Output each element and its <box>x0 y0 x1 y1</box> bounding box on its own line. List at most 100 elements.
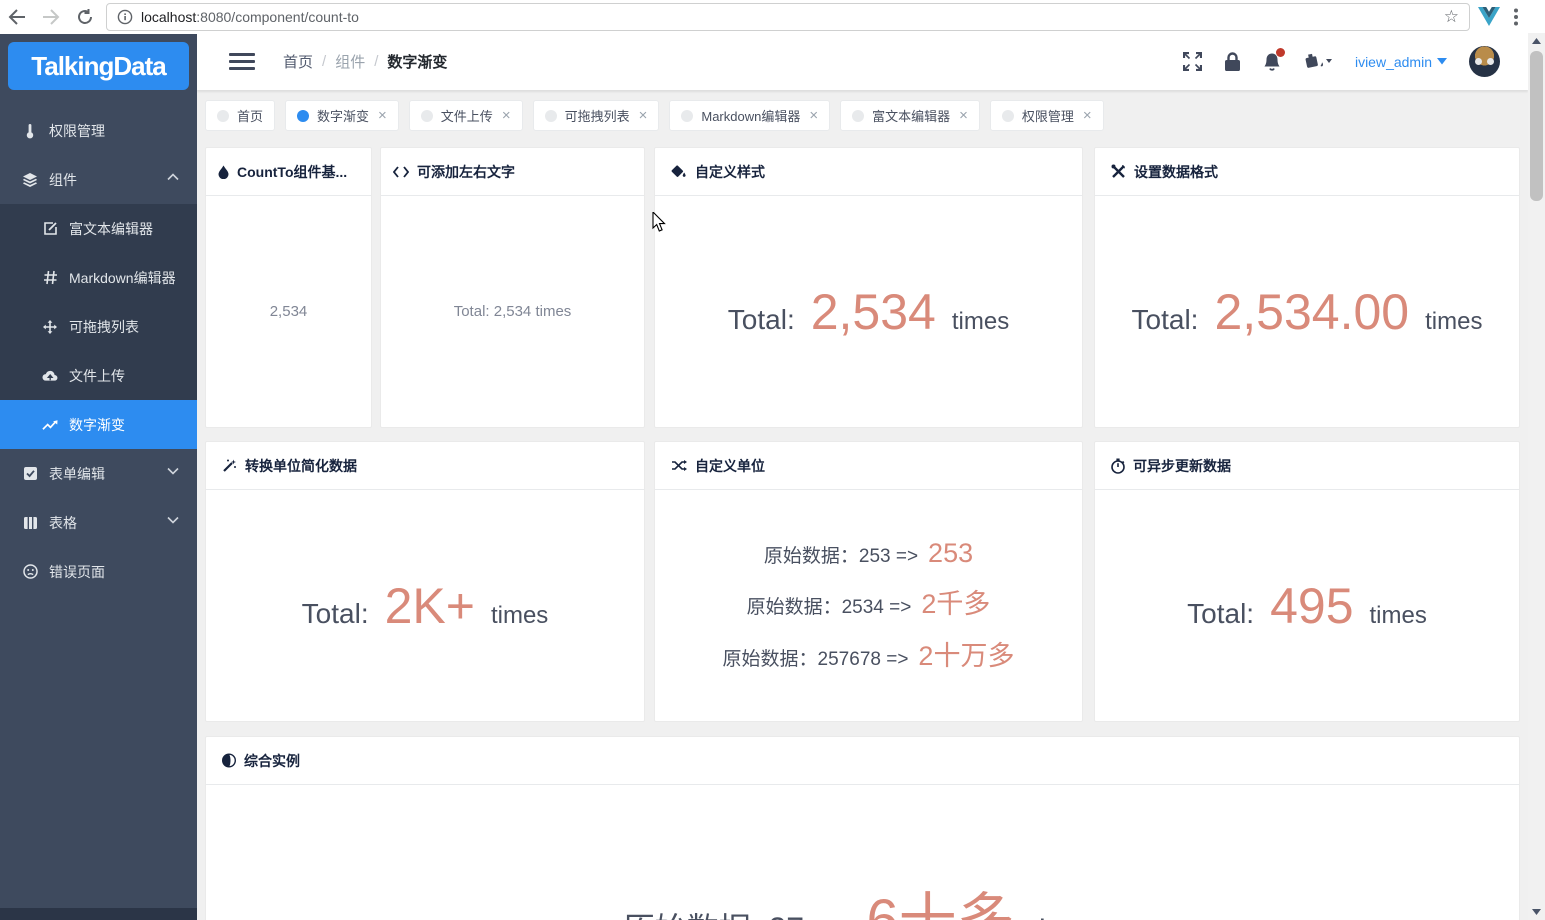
app-header: 首页 / 组件 / 数字渐变 iview_admin <box>197 33 1528 90</box>
count-value: 2,534 <box>810 283 936 340</box>
sad-face-icon <box>22 564 38 580</box>
sidebar-item-permission[interactable]: 权限管理 <box>0 106 197 155</box>
scroll-down-icon[interactable] <box>1528 904 1545 920</box>
count-line: Total: 2,534.00 times <box>1131 283 1483 340</box>
tag-dot-icon <box>544 109 557 122</box>
cloud-upload-icon <box>42 368 58 384</box>
tag-dot-icon <box>420 109 433 122</box>
tag-home[interactable]: 首页 <box>205 100 276 131</box>
lock-screen-button[interactable] <box>1224 51 1241 72</box>
scroll-up-icon[interactable] <box>1528 33 1545 49</box>
sidebar-item-draggable-list[interactable]: 可拖拽列表 <box>0 302 197 351</box>
notification-badge <box>1275 47 1285 57</box>
count-line: 原始数据: 27 => 6十多 times <box>623 873 1103 920</box>
globe-icon <box>222 753 236 768</box>
unit-rows: 原始数据：253 => 253 原始数据：2534 => 2千多 原始数据：25… <box>723 538 1015 673</box>
unit-row: 原始数据：253 => 253 <box>763 538 974 568</box>
sidebar-item-label: 组件 <box>49 171 77 188</box>
card-data-format: 设置数据格式 Total: 2,534.00 times <box>1094 147 1520 428</box>
tag-dot-icon <box>1001 109 1014 122</box>
card-title: 可异步更新数据 <box>1133 457 1231 474</box>
card-custom-style: 自定义样式 Total: 2,534 times <box>654 147 1083 428</box>
count-line: Total: 495 times <box>1187 577 1427 634</box>
breadcrumb-home[interactable]: 首页 <box>283 51 313 72</box>
fullscreen-button[interactable] <box>1182 52 1202 71</box>
card-title: 转换单位简化数据 <box>245 457 357 474</box>
sidebar-item-error-pages[interactable]: 错误页面 <box>0 547 197 596</box>
card-countto-basic: CountTo组件基... 2,534 <box>205 147 372 428</box>
code-brackets-icon <box>393 165 409 178</box>
close-icon[interactable]: × <box>1083 108 1092 123</box>
unit-row: 原始数据：2534 => 2千多 <box>747 582 991 621</box>
card-custom-unit: 自定义单位 原始数据：253 => 253 原始数据：2534 => 2千多 原… <box>654 441 1083 722</box>
grid-icon <box>22 515 38 531</box>
sidebar-menu: 权限管理 组件 富文本编辑器 Markdown编辑器 可拖拽列表 文件上传 数字… <box>0 106 197 596</box>
card-title: 综合实例 <box>244 752 300 769</box>
tag-dot-icon <box>297 109 310 122</box>
count-line: Total: 2K+ times <box>301 577 549 634</box>
browser-menu-icon[interactable] <box>1514 8 1518 26</box>
close-icon[interactable]: × <box>639 108 648 123</box>
tag-draggable-list[interactable]: 可拖拽列表 × <box>532 100 660 131</box>
menu-toggle-button[interactable] <box>229 49 255 74</box>
card-combined-example: 综合实例 原始数据: 27 => 6十多 times <box>205 736 1520 920</box>
avatar[interactable] <box>1469 46 1500 77</box>
tag-count-to[interactable]: 数字渐变 × <box>285 100 399 131</box>
thermometer-icon <box>22 123 38 139</box>
sidebar-item-markdown-editor[interactable]: Markdown编辑器 <box>0 253 197 302</box>
address-bar[interactable]: localhost:8080/component/count-to ☆ <box>106 3 1470 31</box>
sidebar-item-form-editor[interactable]: 表单编辑 <box>0 449 197 498</box>
sidebar-item-components[interactable]: 组件 <box>0 155 197 204</box>
browser-chrome: localhost:8080/component/count-to ☆ <box>0 0 1545 34</box>
browser-back-button[interactable] <box>0 3 34 31</box>
breadcrumb-section[interactable]: 组件 <box>335 51 365 72</box>
tag-file-upload[interactable]: 文件上传 × <box>408 100 523 131</box>
sidebar-item-label: 可拖拽列表 <box>69 318 139 335</box>
close-icon[interactable]: × <box>959 108 968 123</box>
tag-markdown-editor[interactable]: Markdown编辑器 × <box>669 100 831 131</box>
count-value: 2K+ <box>384 577 475 634</box>
layers-icon <box>22 172 38 188</box>
stopwatch-icon <box>1111 458 1125 474</box>
user-menu[interactable]: iview_admin <box>1355 54 1447 70</box>
tag-dot-icon <box>852 109 865 122</box>
sidebar-item-file-upload[interactable]: 文件上传 <box>0 351 197 400</box>
chevron-up-icon <box>167 173 179 181</box>
close-icon[interactable]: × <box>378 108 387 123</box>
sidebar-item-count-to[interactable]: 数字渐变 <box>0 400 197 449</box>
count-value: 495 <box>1270 577 1354 634</box>
card-prefix-suffix: 可添加左右文字 Total: 2,534 times <box>380 147 645 428</box>
sidebar-item-table[interactable]: 表格 <box>0 498 197 547</box>
app-logo[interactable]: TalkingData <box>8 42 189 90</box>
count-line: Total: 2,534 times <box>727 283 1010 340</box>
notifications-button[interactable] <box>1263 47 1285 72</box>
theme-paint-button[interactable] <box>1303 52 1333 71</box>
tag-richtext-editor[interactable]: 富文本编辑器 × <box>840 100 980 131</box>
browser-reload-button[interactable] <box>68 3 102 31</box>
tag-permission[interactable]: 权限管理 × <box>989 100 1104 131</box>
sidebar-item-label: 表格 <box>49 514 77 531</box>
browser-forward-button[interactable] <box>34 3 68 31</box>
sidebar: TalkingData 权限管理 组件 富文本编辑器 Markdown编辑器 可… <box>0 33 197 920</box>
tag-dot-icon <box>217 109 229 122</box>
sidebar-item-label: Markdown编辑器 <box>69 269 176 286</box>
card-title: CountTo组件基... <box>237 163 348 180</box>
close-icon[interactable]: × <box>502 108 511 123</box>
count-value: 2千多 <box>921 589 991 619</box>
paint-bucket-icon <box>671 164 687 179</box>
close-icon[interactable]: × <box>809 108 818 123</box>
chevron-down-icon <box>1437 58 1447 65</box>
card-title: 自定义样式 <box>695 163 765 180</box>
breadcrumb: 首页 / 组件 / 数字渐变 <box>283 51 448 72</box>
count-value: 2,534 <box>269 303 308 320</box>
page-info-icon[interactable] <box>117 9 133 25</box>
bookmark-star-icon[interactable]: ☆ <box>1444 7 1459 27</box>
sidebar-item-richtext-editor[interactable]: 富文本编辑器 <box>0 204 197 253</box>
compose-icon <box>42 221 58 237</box>
chevron-down-icon <box>167 467 179 475</box>
pound-icon <box>42 270 58 286</box>
page-scrollbar[interactable] <box>1528 33 1545 920</box>
scrollbar-thumb[interactable] <box>1530 51 1543 201</box>
breadcrumb-current: 数字渐变 <box>387 54 448 71</box>
vue-devtools-icon[interactable] <box>1478 7 1500 27</box>
